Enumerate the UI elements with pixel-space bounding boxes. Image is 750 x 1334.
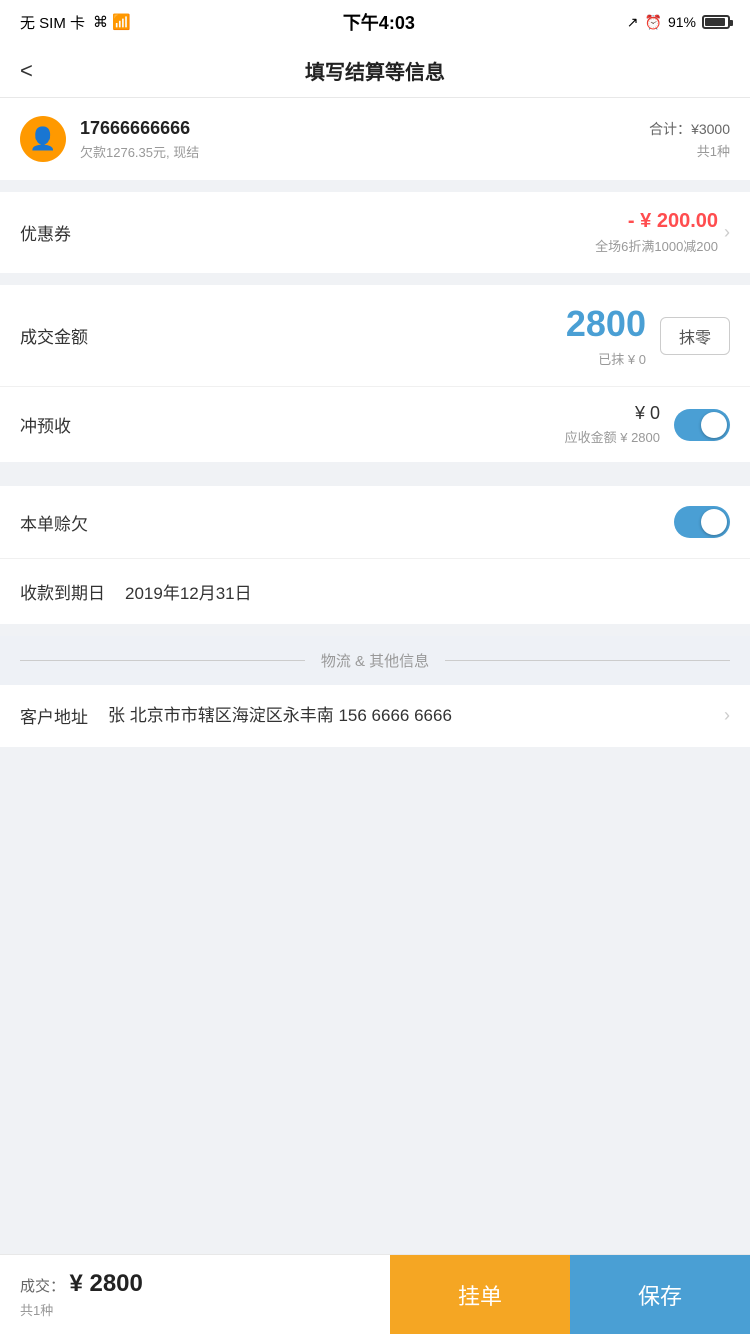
- bottom-count: 共1种: [20, 1300, 370, 1319]
- pending-button[interactable]: 挂单: [390, 1255, 570, 1334]
- customer-right: 合计：¥3000 共1种: [649, 119, 730, 160]
- bottom-bar: 成交： ¥ 2800 共1种 挂单 保存: [0, 1254, 750, 1334]
- charge-amount: ¥ 0: [565, 403, 660, 424]
- status-time: 下午4:03: [343, 9, 415, 35]
- coupon-label: 优惠券: [20, 220, 71, 245]
- address-chevron-icon: ›: [724, 705, 730, 726]
- coupon-row[interactable]: 优惠券 - ¥ 200.00 全场6折满1000减200 ›: [0, 192, 750, 273]
- bottom-deal-amount: ¥ 2800: [69, 1270, 142, 1297]
- customer-left: 👤 17666666666 欠款1276.35元, 现结: [20, 116, 199, 162]
- save-button[interactable]: 保存: [570, 1255, 750, 1334]
- logistics-line-right: [445, 660, 730, 661]
- bottom-deal-row: 成交： ¥ 2800: [20, 1270, 370, 1298]
- battery-icon: [702, 15, 730, 29]
- avatar: 👤: [20, 116, 66, 162]
- customer-row: 👤 17666666666 欠款1276.35元, 现结 合计：¥3000 共1…: [0, 98, 750, 180]
- due-date-label: 收款到期日: [20, 579, 105, 604]
- coupon-right: - ¥ 200.00 全场6折满1000减200 ›: [595, 210, 730, 255]
- nav-bar: < 填写结算等信息: [0, 44, 750, 98]
- deal-amount-label: 成交金额: [20, 323, 88, 348]
- avatar-icon: 👤: [29, 126, 56, 152]
- amount-section: 成交金额 2800 已抹 ¥ 0 抹零 冲预收 ¥ 0 应收金额 ¥ 2800: [0, 285, 750, 462]
- toggle-knob: [701, 412, 727, 438]
- charge-label: 冲预收: [20, 412, 71, 437]
- debt-label: 本单赊欠: [20, 510, 88, 535]
- address-row[interactable]: 客户地址 张 北京市市辖区海淀区永丰南 156 6666 6666 ›: [0, 685, 750, 747]
- logistics-line-left: [20, 660, 305, 661]
- charge-advance-toggle[interactable]: [674, 409, 730, 441]
- charge-sub: 应收金额 ¥ 2800: [565, 427, 660, 446]
- customer-debt: 欠款1276.35元, 现结: [80, 142, 199, 161]
- charge-right: ¥ 0 应收金额 ¥ 2800: [565, 403, 730, 446]
- page-title: 填写结算等信息: [305, 56, 445, 85]
- alarm-icon: ⏰: [645, 14, 662, 31]
- debt-toggle-knob: [701, 509, 727, 535]
- wifi-icon: ⌘ 📶: [93, 13, 131, 31]
- empty-space: [0, 747, 750, 947]
- logistics-title: 物流 & 其他信息: [321, 650, 429, 671]
- debt-row: 本单赊欠: [0, 486, 750, 558]
- bottom-summary: 成交： ¥ 2800 共1种: [0, 1270, 390, 1319]
- charge-info: ¥ 0 应收金额 ¥ 2800: [565, 403, 660, 446]
- deal-amount-value: 2800: [566, 303, 646, 345]
- status-left: 无 SIM 卡 ⌘ 📶: [20, 12, 131, 33]
- customer-info: 17666666666 欠款1276.35元, 现结: [80, 118, 199, 161]
- coupon-amount: - ¥ 200.00: [595, 210, 718, 233]
- deal-amount-sub: 已抹 ¥ 0: [566, 349, 646, 368]
- address-label: 客户地址: [20, 703, 88, 728]
- carrier-text: 无 SIM 卡: [20, 12, 85, 33]
- logistics-header: 物流 & 其他信息: [0, 636, 750, 685]
- address-value: 张 北京市市辖区海淀区永丰南 156 6666 6666: [108, 703, 718, 729]
- due-date-row: 收款到期日 2019年12月31日: [0, 558, 750, 624]
- coupon-desc: 全场6折满1000减200: [595, 236, 718, 255]
- round-button[interactable]: 抹零: [660, 317, 730, 355]
- back-button[interactable]: <: [20, 58, 33, 84]
- due-date-value: 2019年12月31日: [125, 579, 252, 604]
- divider-1: [0, 474, 750, 486]
- total-label: 合计：¥3000: [649, 119, 730, 139]
- status-bar: 无 SIM 卡 ⌘ 📶 下午4:03 ↗ ⏰ 91%: [0, 0, 750, 44]
- coupon-chevron-icon: ›: [724, 222, 730, 243]
- customer-phone: 17666666666: [80, 118, 199, 139]
- deal-amount-right: 2800 已抹 ¥ 0 抹零: [566, 303, 730, 368]
- deal-amount-row: 成交金额 2800 已抹 ¥ 0 抹零: [0, 285, 750, 387]
- main-content: 👤 17666666666 欠款1276.35元, 现结 合计：¥3000 共1…: [0, 98, 750, 947]
- debt-toggle[interactable]: [674, 506, 730, 538]
- coupon-card: 优惠券 - ¥ 200.00 全场6折满1000减200 ›: [0, 192, 750, 273]
- location-icon: ↗: [627, 14, 639, 31]
- bottom-deal-label: 成交：: [20, 1278, 65, 1295]
- charge-advance-row: 冲预收 ¥ 0 应收金额 ¥ 2800: [0, 387, 750, 462]
- debt-card: 本单赊欠 收款到期日 2019年12月31日: [0, 486, 750, 624]
- battery-percent: 91%: [668, 14, 696, 30]
- status-right: ↗ ⏰ 91%: [627, 14, 730, 31]
- total-count: 共1种: [649, 141, 730, 160]
